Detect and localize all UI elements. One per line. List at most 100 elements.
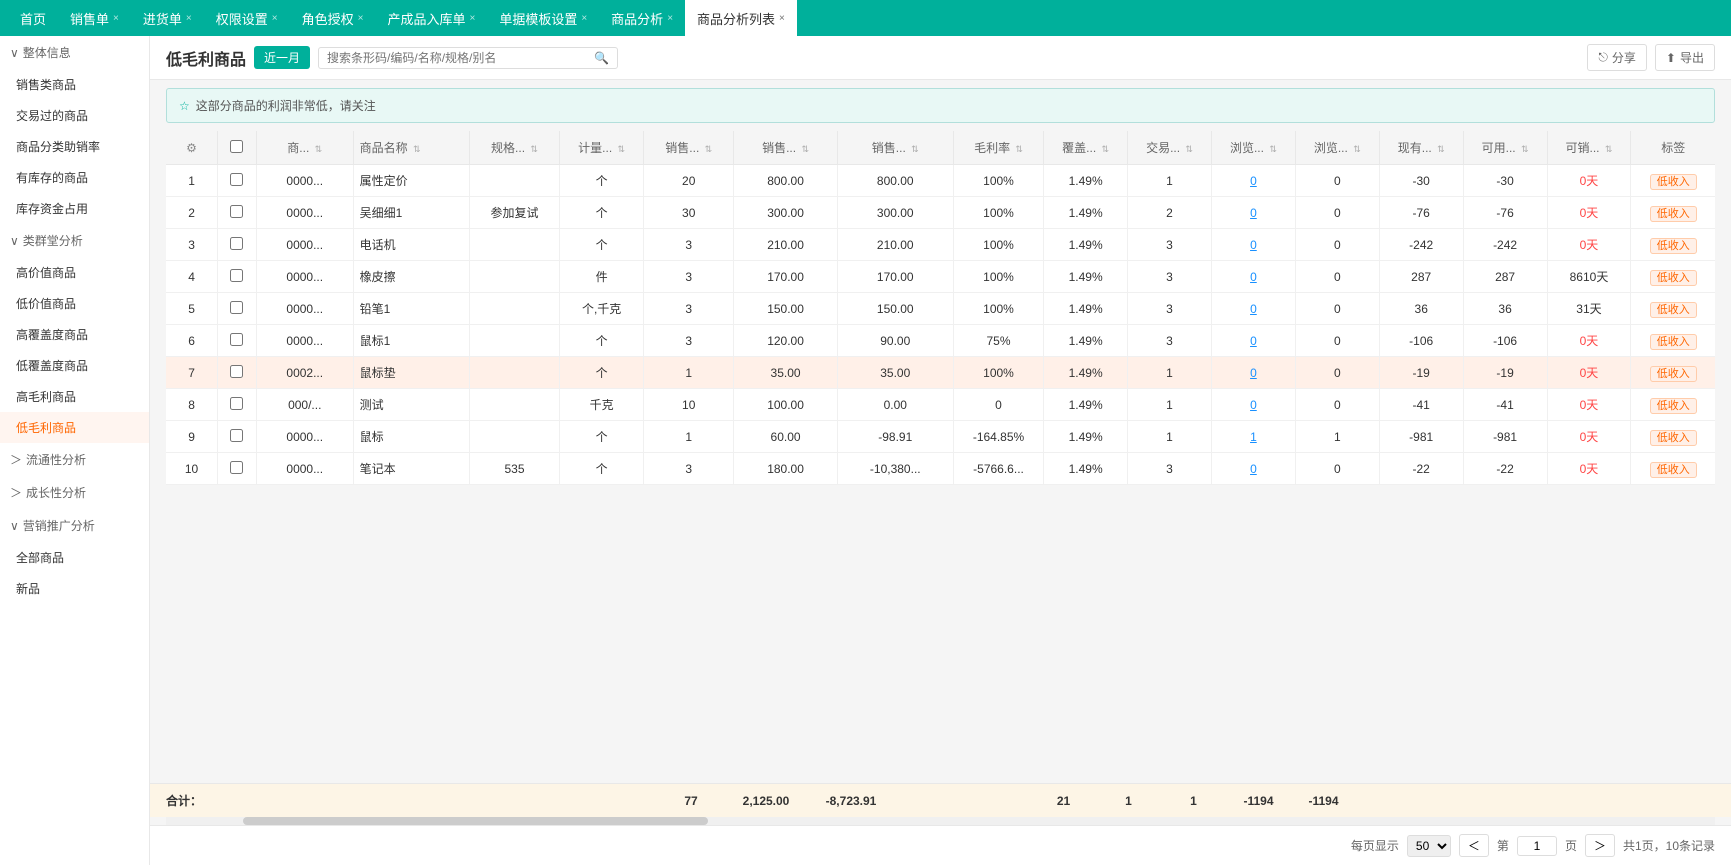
view1-link[interactable]: 0 — [1250, 206, 1257, 220]
cell-checkbox[interactable] — [218, 261, 257, 293]
nav-permissions[interactable]: 权限设置 × — [204, 0, 290, 36]
nav-template[interactable]: 单据模板设置 × — [487, 0, 599, 36]
nav-permissions-close[interactable]: × — [272, 13, 278, 24]
view1-link[interactable]: 0 — [1250, 334, 1257, 348]
view1-link[interactable]: 0 — [1250, 302, 1257, 316]
cell-checkbox[interactable] — [218, 389, 257, 421]
nav-home[interactable]: 首页 — [8, 0, 58, 36]
th-margin[interactable]: 毛利率 ⇅ — [953, 131, 1043, 165]
th-view2[interactable]: 浏览... ⇅ — [1295, 131, 1379, 165]
cell-checkbox[interactable] — [218, 293, 257, 325]
sidebar-group-circulation[interactable]: ＞ 流通性分析 — [0, 443, 149, 476]
gear-icon[interactable]: ⚙ — [186, 141, 197, 155]
nav-purchase-close[interactable]: × — [186, 13, 192, 24]
page-input[interactable] — [1517, 836, 1557, 856]
row-checkbox[interactable] — [230, 205, 243, 218]
cell-view1[interactable]: 0 — [1211, 229, 1295, 261]
th-avail[interactable]: 可用... ⇅ — [1463, 131, 1547, 165]
cell-view1[interactable]: 0 — [1211, 293, 1295, 325]
th-spec[interactable]: 规格... ⇅ — [469, 131, 559, 165]
th-checkbox[interactable] — [218, 131, 257, 165]
scrollbar-thumb[interactable] — [243, 817, 708, 825]
th-settings[interactable]: ⚙ — [166, 131, 218, 165]
per-page-select[interactable]: 50 — [1407, 835, 1451, 857]
sidebar-item-low-margin[interactable]: 低毛利商品 — [0, 412, 149, 443]
cell-view1[interactable]: 0 — [1211, 197, 1295, 229]
cell-checkbox[interactable] — [218, 229, 257, 261]
row-checkbox[interactable] — [230, 365, 243, 378]
cell-view1[interactable]: 0 — [1211, 261, 1295, 293]
nav-sales-close[interactable]: × — [113, 13, 119, 24]
view1-link[interactable]: 0 — [1250, 462, 1257, 476]
sidebar-item-stock-capital[interactable]: 库存资金占用 — [0, 193, 149, 224]
th-sell[interactable]: 可销... ⇅ — [1547, 131, 1631, 165]
row-checkbox[interactable] — [230, 333, 243, 346]
table-container[interactable]: ⚙ 商... ⇅ 商品名称 ⇅ — [166, 131, 1715, 783]
th-cover[interactable]: 覆盖... ⇅ — [1044, 131, 1128, 165]
cell-view1[interactable]: 1 — [1211, 421, 1295, 453]
row-checkbox[interactable] — [230, 173, 243, 186]
cell-checkbox[interactable] — [218, 453, 257, 485]
view1-link[interactable]: 1 — [1250, 430, 1257, 444]
horizontal-scrollbar[interactable] — [166, 817, 1715, 825]
cell-checkbox[interactable] — [218, 421, 257, 453]
th-code[interactable]: 商... ⇅ — [256, 131, 353, 165]
sidebar-group-cluster[interactable]: ∨ 类群堂分析 — [0, 224, 149, 257]
view1-link[interactable]: 0 — [1250, 270, 1257, 284]
th-curr[interactable]: 现有... ⇅ — [1379, 131, 1463, 165]
nav-product-entry[interactable]: 产成品入库单 × — [375, 0, 487, 36]
row-checkbox[interactable] — [230, 237, 243, 250]
th-tag[interactable]: 标签 — [1631, 131, 1715, 165]
cell-checkbox[interactable] — [218, 325, 257, 357]
sidebar-item-in-stock[interactable]: 有库存的商品 — [0, 162, 149, 193]
th-view1[interactable]: 浏览... ⇅ — [1211, 131, 1295, 165]
nav-goods-analysis-list-close[interactable]: × — [779, 13, 785, 24]
nav-goods-analysis-list[interactable]: 商品分析列表 × — [685, 0, 797, 36]
nav-product-entry-close[interactable]: × — [469, 13, 475, 24]
row-checkbox[interactable] — [230, 429, 243, 442]
nav-template-close[interactable]: × — [581, 13, 587, 24]
view1-link[interactable]: 0 — [1250, 398, 1257, 412]
th-unit[interactable]: 计量... ⇅ — [560, 131, 644, 165]
cell-view1[interactable]: 0 — [1211, 389, 1295, 421]
th-sale2[interactable]: 销售... ⇅ — [734, 131, 837, 165]
row-checkbox[interactable] — [230, 397, 243, 410]
sidebar-group-overall[interactable]: ∨ 整体信息 — [0, 36, 149, 69]
view1-link[interactable]: 0 — [1250, 366, 1257, 380]
sidebar-item-low-value[interactable]: 低价值商品 — [0, 288, 149, 319]
th-trade[interactable]: 交易... ⇅ — [1128, 131, 1212, 165]
cell-view1[interactable]: 0 — [1211, 357, 1295, 389]
nav-goods-analysis[interactable]: 商品分析 × — [599, 0, 685, 36]
cell-view1[interactable]: 0 — [1211, 325, 1295, 357]
row-checkbox[interactable] — [230, 461, 243, 474]
sidebar-item-all-goods[interactable]: 全部商品 — [0, 542, 149, 573]
sidebar-item-high-value[interactable]: 高价值商品 — [0, 257, 149, 288]
cell-checkbox[interactable] — [218, 165, 257, 197]
th-sale1[interactable]: 销售... ⇅ — [644, 131, 734, 165]
period-button[interactable]: 近一月 — [254, 46, 310, 69]
sidebar-item-traded-goods[interactable]: 交易过的商品 — [0, 100, 149, 131]
cell-checkbox[interactable] — [218, 197, 257, 229]
share-button[interactable]: ⎋ 分享 — [1587, 44, 1647, 71]
sidebar-group-growth[interactable]: ＞ 成长性分析 — [0, 476, 149, 509]
nav-roles[interactable]: 角色授权 × — [290, 0, 376, 36]
search-input[interactable] — [327, 51, 594, 65]
row-checkbox[interactable] — [230, 269, 243, 282]
view1-link[interactable]: 0 — [1250, 174, 1257, 188]
sidebar-item-high-coverage[interactable]: 高覆盖度商品 — [0, 319, 149, 350]
export-button[interactable]: ⬆ 导出 — [1655, 44, 1715, 71]
search-icon[interactable]: 🔍 — [594, 51, 609, 65]
nav-goods-analysis-close[interactable]: × — [667, 13, 673, 24]
view1-link[interactable]: 0 — [1250, 238, 1257, 252]
nav-purchase[interactable]: 进货单 × — [131, 0, 204, 36]
cell-view1[interactable]: 0 — [1211, 165, 1295, 197]
prev-page-button[interactable]: ＜ — [1459, 834, 1489, 857]
sidebar-group-marketing[interactable]: ∨ 营销推广分析 — [0, 509, 149, 542]
sidebar-item-sales-goods[interactable]: 销售类商品 — [0, 69, 149, 100]
sidebar-item-low-coverage[interactable]: 低覆盖度商品 — [0, 350, 149, 381]
cell-view1[interactable]: 0 — [1211, 453, 1295, 485]
nav-roles-close[interactable]: × — [358, 13, 364, 24]
nav-sales[interactable]: 销售单 × — [58, 0, 131, 36]
sidebar-item-category-rate[interactable]: 商品分类助销率 — [0, 131, 149, 162]
cell-checkbox[interactable] — [218, 357, 257, 389]
